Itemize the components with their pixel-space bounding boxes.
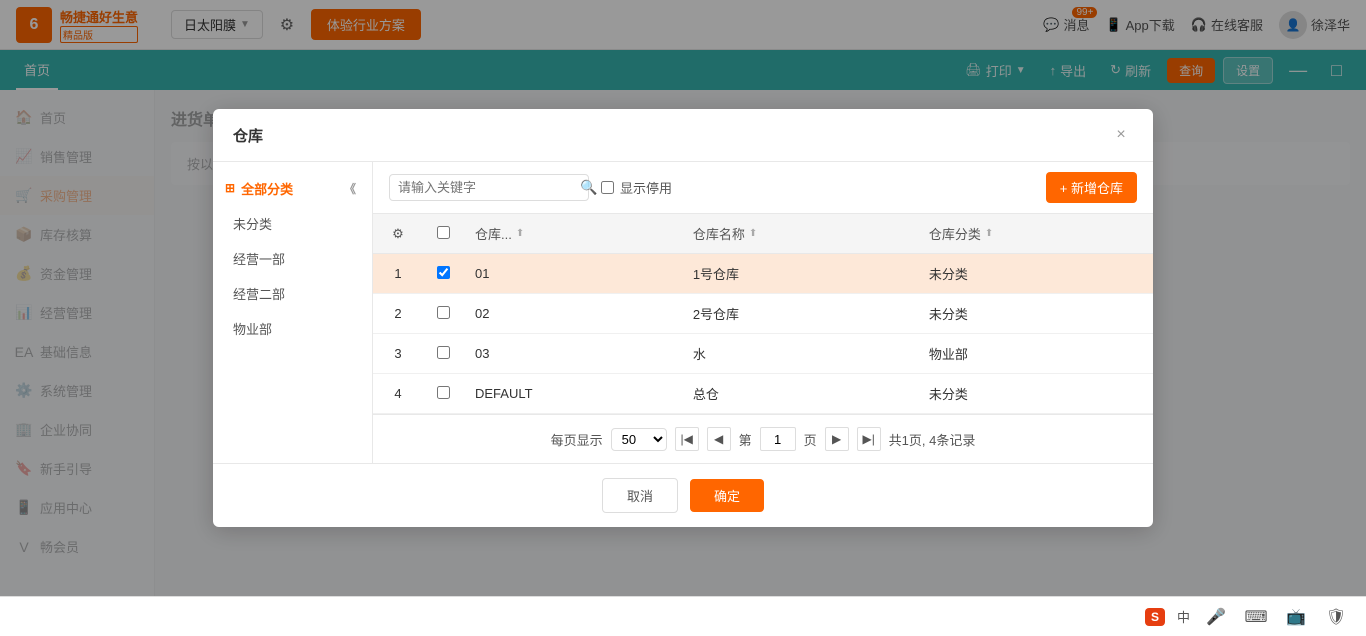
settings-col-icon: ⚙	[392, 226, 404, 241]
code-sort-icon: ⬆	[516, 228, 524, 239]
row-name: 总仓	[681, 374, 917, 414]
row-check[interactable]	[423, 294, 463, 334]
page-unit: 页	[804, 430, 817, 449]
monitor-icon[interactable]: 📺	[1282, 603, 1310, 631]
table-body: 1 01 1号仓库 未分类 2 02 2号仓库 未分类 3 03 水 物业部 4…	[373, 254, 1153, 414]
per-page-label: 每页显示	[551, 430, 603, 449]
confirm-button[interactable]: 确定	[690, 479, 764, 512]
cat-item-operations2[interactable]: 经营二部	[213, 276, 372, 311]
add-warehouse-button[interactable]: + 新增仓库	[1046, 172, 1137, 203]
ime-label[interactable]: 中	[1177, 607, 1190, 626]
page-number-input[interactable]	[760, 427, 796, 451]
row-code: DEFAULT	[463, 374, 681, 414]
search-icon: 🔍	[580, 179, 597, 196]
collapse-icon[interactable]: 《	[340, 178, 360, 198]
col-checkbox	[423, 214, 463, 254]
cancel-button[interactable]: 取消	[602, 478, 678, 513]
prev-page-btn[interactable]: ◀	[707, 427, 731, 451]
col-name[interactable]: 仓库名称 ⬆	[681, 214, 917, 254]
category-sort-icon: ⬆	[985, 228, 993, 239]
col-settings: ⚙	[373, 214, 423, 254]
per-page-select[interactable]: 50 10 20 100	[611, 428, 667, 451]
modal-title: 仓库	[233, 125, 263, 146]
row-name: 2号仓库	[681, 294, 917, 334]
table-header-row: ⚙ 仓库... ⬆	[373, 214, 1153, 254]
table-area: 🔍 显示停用 + 新增仓库 ⚙	[373, 162, 1153, 463]
row-checkbox[interactable]	[437, 346, 450, 359]
category-sidebar: ⊞ 全部分类 《 未分类 经营一部 经营二部 物业部	[213, 162, 373, 463]
modal-close-button[interactable]: ×	[1109, 123, 1133, 147]
search-box: 🔍	[389, 174, 589, 201]
row-code: 01	[463, 254, 681, 294]
pagination: 每页显示 50 10 20 100 |◀ ◀ 第 页 ▶ ▶| 共1页, 4条记…	[373, 414, 1153, 463]
show-disabled-input[interactable]	[601, 181, 614, 194]
mic-icon[interactable]: 🎤	[1202, 603, 1230, 631]
table-row[interactable]: 2 02 2号仓库 未分类	[373, 294, 1153, 334]
col-category[interactable]: 仓库分类 ⬆	[917, 214, 1153, 254]
name-sort-icon: ⬆	[749, 228, 757, 239]
next-page-btn[interactable]: ▶	[825, 427, 849, 451]
modal-body: ⊞ 全部分类 《 未分类 经营一部 经营二部 物业部 🔍	[213, 162, 1153, 463]
row-check[interactable]	[423, 334, 463, 374]
search-input[interactable]	[398, 180, 574, 195]
page-label: 第	[739, 430, 752, 449]
row-num: 1	[373, 254, 423, 294]
row-check[interactable]	[423, 254, 463, 294]
shield-icon[interactable]: 🛡	[1322, 603, 1350, 631]
bottom-bar: S 中 🎤 ⌨ 📺 🛡	[0, 596, 1366, 636]
code-col-label: 仓库...	[475, 224, 512, 243]
modal-footer: 取消 确定	[213, 463, 1153, 527]
data-table: ⚙ 仓库... ⬆	[373, 214, 1153, 414]
row-num: 3	[373, 334, 423, 374]
row-category: 未分类	[917, 374, 1153, 414]
row-name: 水	[681, 334, 917, 374]
table-toolbar: 🔍 显示停用 + 新增仓库	[373, 162, 1153, 214]
row-category: 物业部	[917, 334, 1153, 374]
warehouse-table: ⚙ 仓库... ⬆	[373, 214, 1153, 414]
last-page-btn[interactable]: ▶|	[857, 427, 881, 451]
modal-header: 仓库 ×	[213, 109, 1153, 162]
row-name: 1号仓库	[681, 254, 917, 294]
category-col-label: 仓库分类	[929, 224, 981, 243]
table-row[interactable]: 1 01 1号仓库 未分类	[373, 254, 1153, 294]
total-info: 共1页, 4条记录	[889, 430, 976, 449]
grid-icon: ⊞	[225, 181, 235, 195]
row-checkbox[interactable]	[437, 386, 450, 399]
show-disabled-label: 显示停用	[620, 178, 672, 197]
table-row[interactable]: 4 DEFAULT 总仓 未分类	[373, 374, 1153, 414]
keyboard-icon[interactable]: ⌨	[1242, 603, 1270, 631]
shuang-logo: S	[1145, 608, 1165, 626]
row-checkbox[interactable]	[437, 306, 450, 319]
row-num: 2	[373, 294, 423, 334]
cat-item-operations1[interactable]: 经营一部	[213, 241, 372, 276]
cat-item-property[interactable]: 物业部	[213, 311, 372, 346]
warehouse-modal: 仓库 × ⊞ 全部分类 《 未分类 经营一部 经营二部 物业部	[213, 109, 1153, 527]
row-checkbox[interactable]	[437, 266, 450, 279]
select-all-checkbox[interactable]	[437, 226, 450, 239]
row-num: 4	[373, 374, 423, 414]
first-page-btn[interactable]: |◀	[675, 427, 699, 451]
row-category: 未分类	[917, 254, 1153, 294]
row-code: 03	[463, 334, 681, 374]
row-category: 未分类	[917, 294, 1153, 334]
row-check[interactable]	[423, 374, 463, 414]
modal-overlay: 仓库 × ⊞ 全部分类 《 未分类 经营一部 经营二部 物业部	[0, 0, 1366, 636]
col-code[interactable]: 仓库... ⬆	[463, 214, 681, 254]
all-categories-btn[interactable]: ⊞ 全部分类 《	[213, 170, 372, 206]
cat-item-uncategorized[interactable]: 未分类	[213, 206, 372, 241]
row-code: 02	[463, 294, 681, 334]
name-col-label: 仓库名称	[693, 224, 745, 243]
table-row[interactable]: 3 03 水 物业部	[373, 334, 1153, 374]
all-categories-label: 全部分类	[241, 179, 293, 198]
show-disabled-checkbox[interactable]: 显示停用	[601, 178, 672, 197]
